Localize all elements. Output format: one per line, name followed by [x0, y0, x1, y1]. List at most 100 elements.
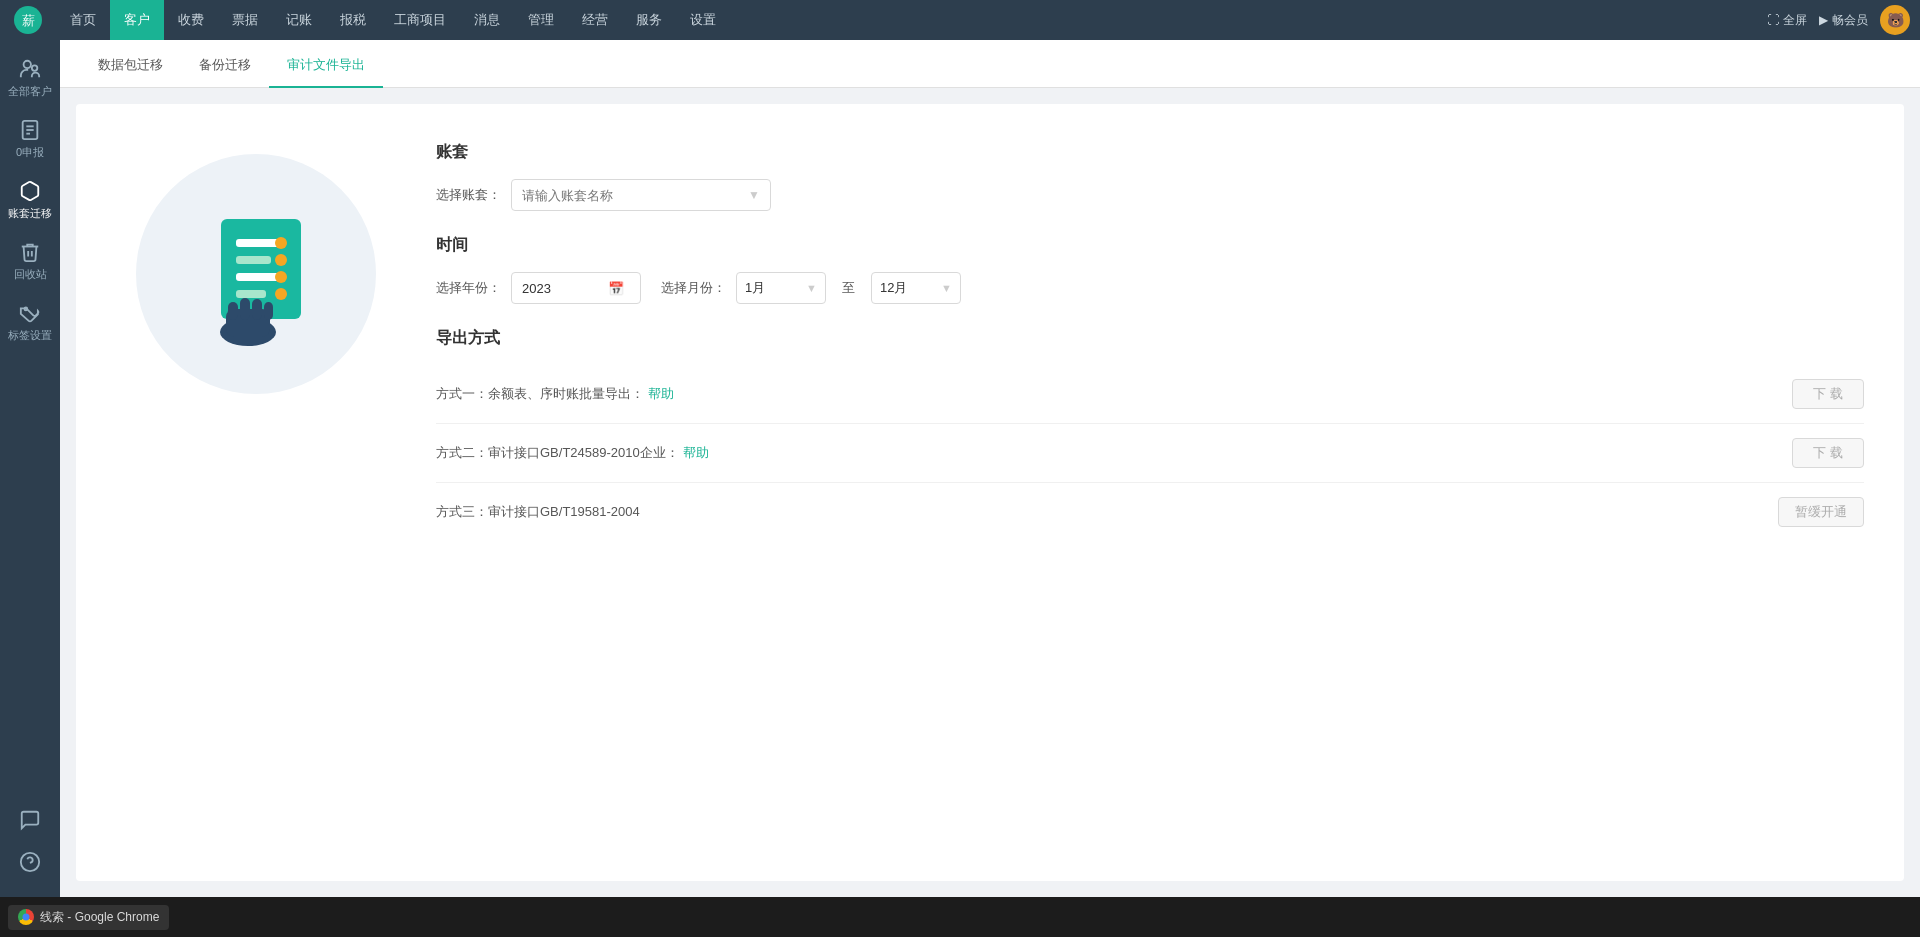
nav-account[interactable]: 记账 [272, 0, 326, 40]
taskbar: 线索 - Google Chrome [0, 897, 1920, 937]
svg-rect-25 [264, 302, 273, 320]
nav-tax[interactable]: 报税 [326, 0, 380, 40]
time-form-row: 选择年份： 📅 选择月份： 1月 ▼ 至 12月 ▼ [436, 272, 1864, 304]
export-method-2-help-link[interactable]: 帮助 [683, 445, 709, 460]
sidebar-help-button[interactable] [0, 843, 60, 881]
export-method-1-download-button[interactable]: 下 载 [1792, 379, 1864, 409]
account-select[interactable]: ▼ [511, 179, 771, 211]
chevron-down-icon: ▼ [806, 282, 817, 294]
content-area: 数据包迁移 备份迁移 审计文件导出 [60, 40, 1920, 897]
sidebar-item-all-client[interactable]: 全部客户 [0, 48, 60, 109]
month-end-value: 12月 [880, 279, 907, 297]
year-label: 选择年份： [436, 279, 501, 297]
account-form-row: 选择账套： ▼ [436, 179, 1864, 211]
account-input[interactable] [522, 188, 722, 203]
tab-backup-migration[interactable]: 备份迁移 [181, 44, 269, 88]
nav-invoice[interactable]: 票据 [218, 0, 272, 40]
export-method-1-label: 方式一：余额表、序时账批量导出：帮助 [436, 385, 1782, 403]
sidebar-label-all-client: 全部客户 [8, 84, 52, 99]
page-body: 账套 选择账套： ▼ 时间 选择年份： 📅 选择月份： [76, 104, 1904, 881]
nav-operation[interactable]: 经营 [568, 0, 622, 40]
month-end-select[interactable]: 12月 ▼ [871, 272, 961, 304]
top-navigation: 薪 首页 客户 收费 票据 记账 报税 工商项目 消息 管理 经营 服务 设置 … [0, 0, 1920, 40]
account-label: 选择账套： [436, 186, 501, 204]
sidebar-item-recycle[interactable]: 回收站 [0, 231, 60, 292]
svg-rect-14 [236, 273, 281, 281]
svg-rect-23 [240, 298, 250, 320]
nav-manage[interactable]: 管理 [514, 0, 568, 40]
svg-rect-24 [252, 299, 262, 320]
tabs-bar: 数据包迁移 备份迁移 审计文件导出 [60, 40, 1920, 88]
main-layout: 全部客户 0申报 账套迁移 [0, 40, 1920, 897]
svg-rect-22 [228, 302, 238, 320]
tag-icon [19, 302, 41, 324]
nav-business[interactable]: 工商项目 [380, 0, 460, 40]
svg-point-17 [275, 254, 287, 266]
nav-message[interactable]: 消息 [460, 0, 514, 40]
export-method-1-row: 方式一：余额表、序时账批量导出：帮助 下 载 [436, 365, 1864, 424]
trash-icon [19, 241, 41, 263]
tab-data-migration[interactable]: 数据包迁移 [80, 44, 181, 88]
illustration-circle [136, 154, 376, 394]
chevron-down-icon: ▼ [941, 282, 952, 294]
vip-button[interactable]: ▶ 畅会员 [1819, 12, 1868, 29]
month-label: 选择月份： [661, 279, 726, 297]
svg-text:薪: 薪 [22, 13, 35, 28]
export-method-3-open-button[interactable]: 暂缓开通 [1778, 497, 1864, 527]
export-section-title: 导出方式 [436, 328, 1864, 349]
sidebar-item-tag[interactable]: 标签设置 [0, 292, 60, 353]
sidebar-label-recycle: 回收站 [14, 267, 47, 282]
export-section: 导出方式 方式一：余额表、序时账批量导出：帮助 下 载 方式二：审计接口GB/T… [436, 328, 1864, 541]
year-input[interactable] [522, 281, 602, 296]
sidebar-item-migration[interactable]: 账套迁移 [0, 170, 60, 231]
sidebar-bottom [0, 801, 60, 897]
export-method-3-label: 方式三：审计接口GB/T19581-2004 [436, 503, 1768, 521]
taskbar-item-label: 线索 - Google Chrome [40, 909, 159, 926]
sidebar-label-tag: 标签设置 [8, 328, 52, 343]
declaration-icon [19, 119, 41, 141]
migration-icon [19, 180, 41, 202]
people-icon [19, 58, 41, 80]
export-method-2-row: 方式二：审计接口GB/T24589-2010企业：帮助 下 载 [436, 424, 1864, 483]
vip-label: 畅会员 [1832, 12, 1868, 29]
fullscreen-button[interactable]: ⛶ 全屏 [1767, 12, 1807, 29]
chrome-icon [18, 909, 34, 925]
avatar[interactable]: 🐻 [1880, 5, 1910, 35]
nav-settings[interactable]: 设置 [676, 0, 730, 40]
nav-fee[interactable]: 收费 [164, 0, 218, 40]
nav-service[interactable]: 服务 [622, 0, 676, 40]
sidebar-item-declaration[interactable]: 0申报 [0, 109, 60, 170]
svg-point-16 [275, 237, 287, 249]
nav-home[interactable]: 首页 [56, 0, 110, 40]
to-text: 至 [836, 279, 861, 297]
svg-point-3 [32, 65, 38, 71]
form-area: 账套 选择账套： ▼ 时间 选择年份： 📅 选择月份： [396, 134, 1864, 851]
svg-point-18 [275, 271, 287, 283]
export-method-2-download-button[interactable]: 下 载 [1792, 438, 1864, 468]
nav-client[interactable]: 客户 [110, 0, 164, 40]
year-input-container[interactable]: 📅 [511, 272, 641, 304]
account-section-title: 账套 [436, 142, 1864, 163]
month-start-value: 1月 [745, 279, 765, 297]
export-method-2-label: 方式二：审计接口GB/T24589-2010企业：帮助 [436, 444, 1782, 462]
svg-point-2 [24, 61, 31, 68]
chevron-down-icon: ▼ [748, 188, 760, 202]
app-logo: 薪 [10, 2, 46, 38]
tab-audit-export[interactable]: 审计文件导出 [269, 44, 383, 88]
time-section-title: 时间 [436, 235, 1864, 256]
sidebar-label-migration: 账套迁移 [8, 206, 52, 221]
top-nav-right: ⛶ 全屏 ▶ 畅会员 🐻 [1767, 5, 1910, 35]
calendar-icon: 📅 [608, 281, 624, 296]
export-method-1-help-link[interactable]: 帮助 [648, 386, 674, 401]
svg-point-19 [275, 288, 287, 300]
taskbar-chrome-item[interactable]: 线索 - Google Chrome [8, 905, 169, 930]
nav-items: 首页 客户 收费 票据 记账 报税 工商项目 消息 管理 经营 服务 设置 [56, 0, 1767, 40]
sidebar-chat-button[interactable] [0, 801, 60, 839]
month-start-select[interactable]: 1月 ▼ [736, 272, 826, 304]
fullscreen-icon: ⛶ [1767, 13, 1779, 27]
sidebar: 全部客户 0申报 账套迁移 [0, 40, 60, 897]
sidebar-label-declaration: 0申报 [16, 145, 44, 160]
fullscreen-label: 全屏 [1783, 12, 1807, 29]
svg-rect-15 [236, 290, 266, 298]
illustration-area [116, 134, 396, 851]
